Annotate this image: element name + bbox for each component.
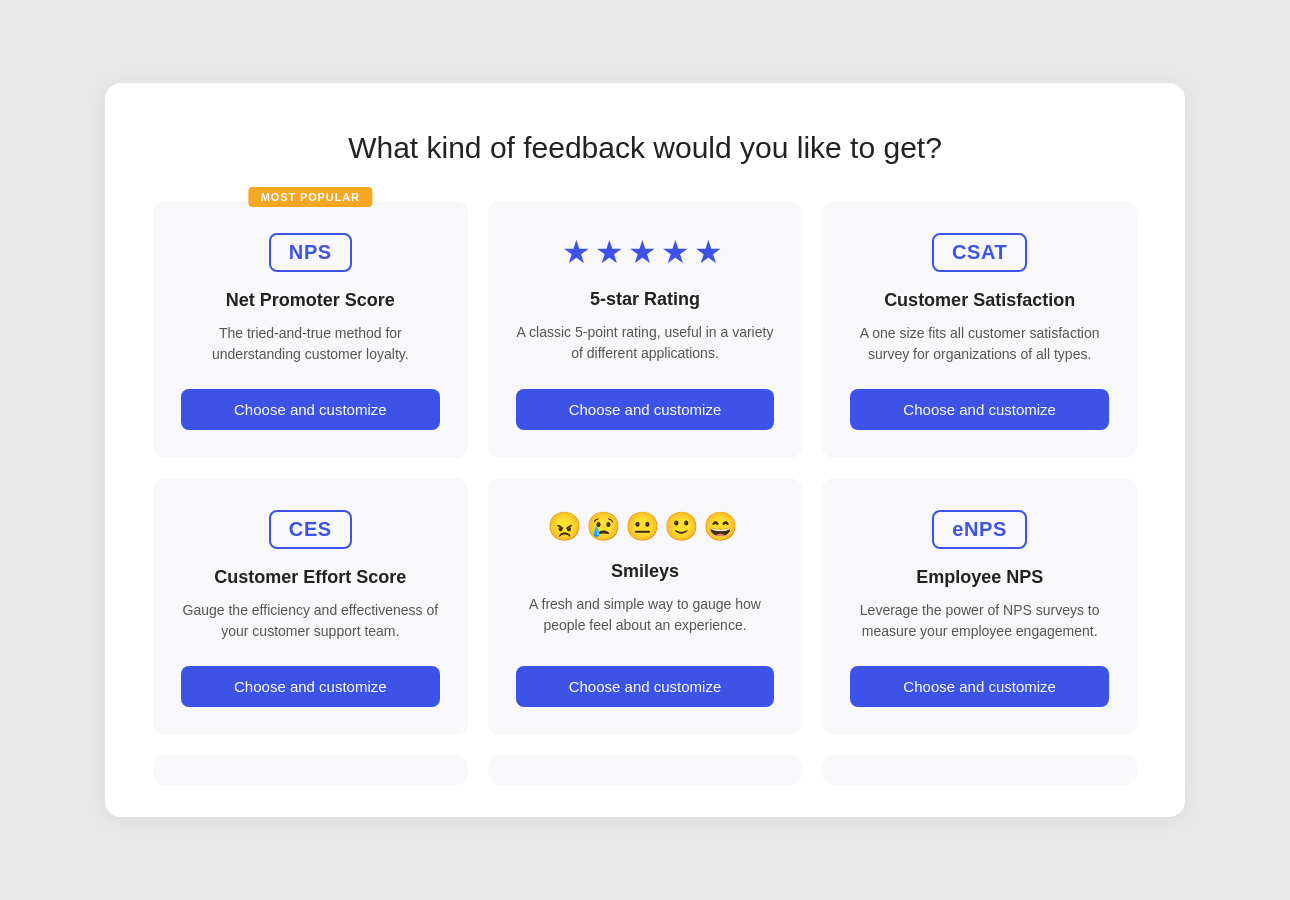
card-desc-enps: Leverage the power of NPS surveys to mea… <box>850 600 1109 642</box>
partial-card-2 <box>488 755 803 785</box>
card-desc-five-star: A classic 5-point rating, useful in a va… <box>516 322 775 365</box>
stars-icon: ★★★★★ <box>562 233 727 271</box>
card-desc-nps: The tried-and-true method for understand… <box>181 323 440 365</box>
card-nps: MOST POPULAR NPS Net Promoter Score The … <box>153 201 468 458</box>
card-grid: MOST POPULAR NPS Net Promoter Score The … <box>153 201 1137 735</box>
card-desc-csat: A one size fits all customer satisfactio… <box>850 323 1109 365</box>
card-title-enps: Employee NPS <box>916 567 1043 588</box>
card-title-nps: Net Promoter Score <box>226 290 395 311</box>
card-title-ces: Customer Effort Score <box>214 567 406 588</box>
card-title-csat: Customer Satisfaction <box>884 290 1075 311</box>
card-desc-smileys: A fresh and simple way to gauge how peop… <box>516 594 775 642</box>
partial-row <box>153 755 1137 785</box>
choose-button-ces[interactable]: Choose and customize <box>181 666 440 707</box>
badge-label-enps: eNPS <box>932 510 1027 549</box>
card-desc-ces: Gauge the efficiency and effectiveness o… <box>181 600 440 642</box>
page-title: What kind of feedback would you like to … <box>153 131 1137 165</box>
choose-button-nps[interactable]: Choose and customize <box>181 389 440 430</box>
choose-button-enps[interactable]: Choose and customize <box>850 666 1109 707</box>
badge-label-ces: CES <box>269 510 352 549</box>
choose-button-smileys[interactable]: Choose and customize <box>516 666 775 707</box>
smileys-icon: 😠😢😐🙂😄 <box>547 510 742 543</box>
most-popular-badge: MOST POPULAR <box>249 187 372 207</box>
badge-label-nps: NPS <box>269 233 352 272</box>
choose-button-csat[interactable]: Choose and customize <box>850 389 1109 430</box>
card-ces: CES Customer Effort Score Gauge the effi… <box>153 478 468 735</box>
partial-card-1 <box>153 755 468 785</box>
card-smileys: 😠😢😐🙂😄 Smileys A fresh and simple way to … <box>488 478 803 735</box>
card-title-smileys: Smileys <box>611 561 679 582</box>
main-container: What kind of feedback would you like to … <box>105 83 1185 817</box>
card-five-star: ★★★★★ 5-star Rating A classic 5-point ra… <box>488 201 803 458</box>
card-title-five-star: 5-star Rating <box>590 289 700 310</box>
choose-button-five-star[interactable]: Choose and customize <box>516 389 775 430</box>
badge-label-csat: CSAT <box>932 233 1027 272</box>
card-enps: eNPS Employee NPS Leverage the power of … <box>822 478 1137 735</box>
card-csat: CSAT Customer Satisfaction A one size fi… <box>822 201 1137 458</box>
partial-card-3 <box>822 755 1137 785</box>
